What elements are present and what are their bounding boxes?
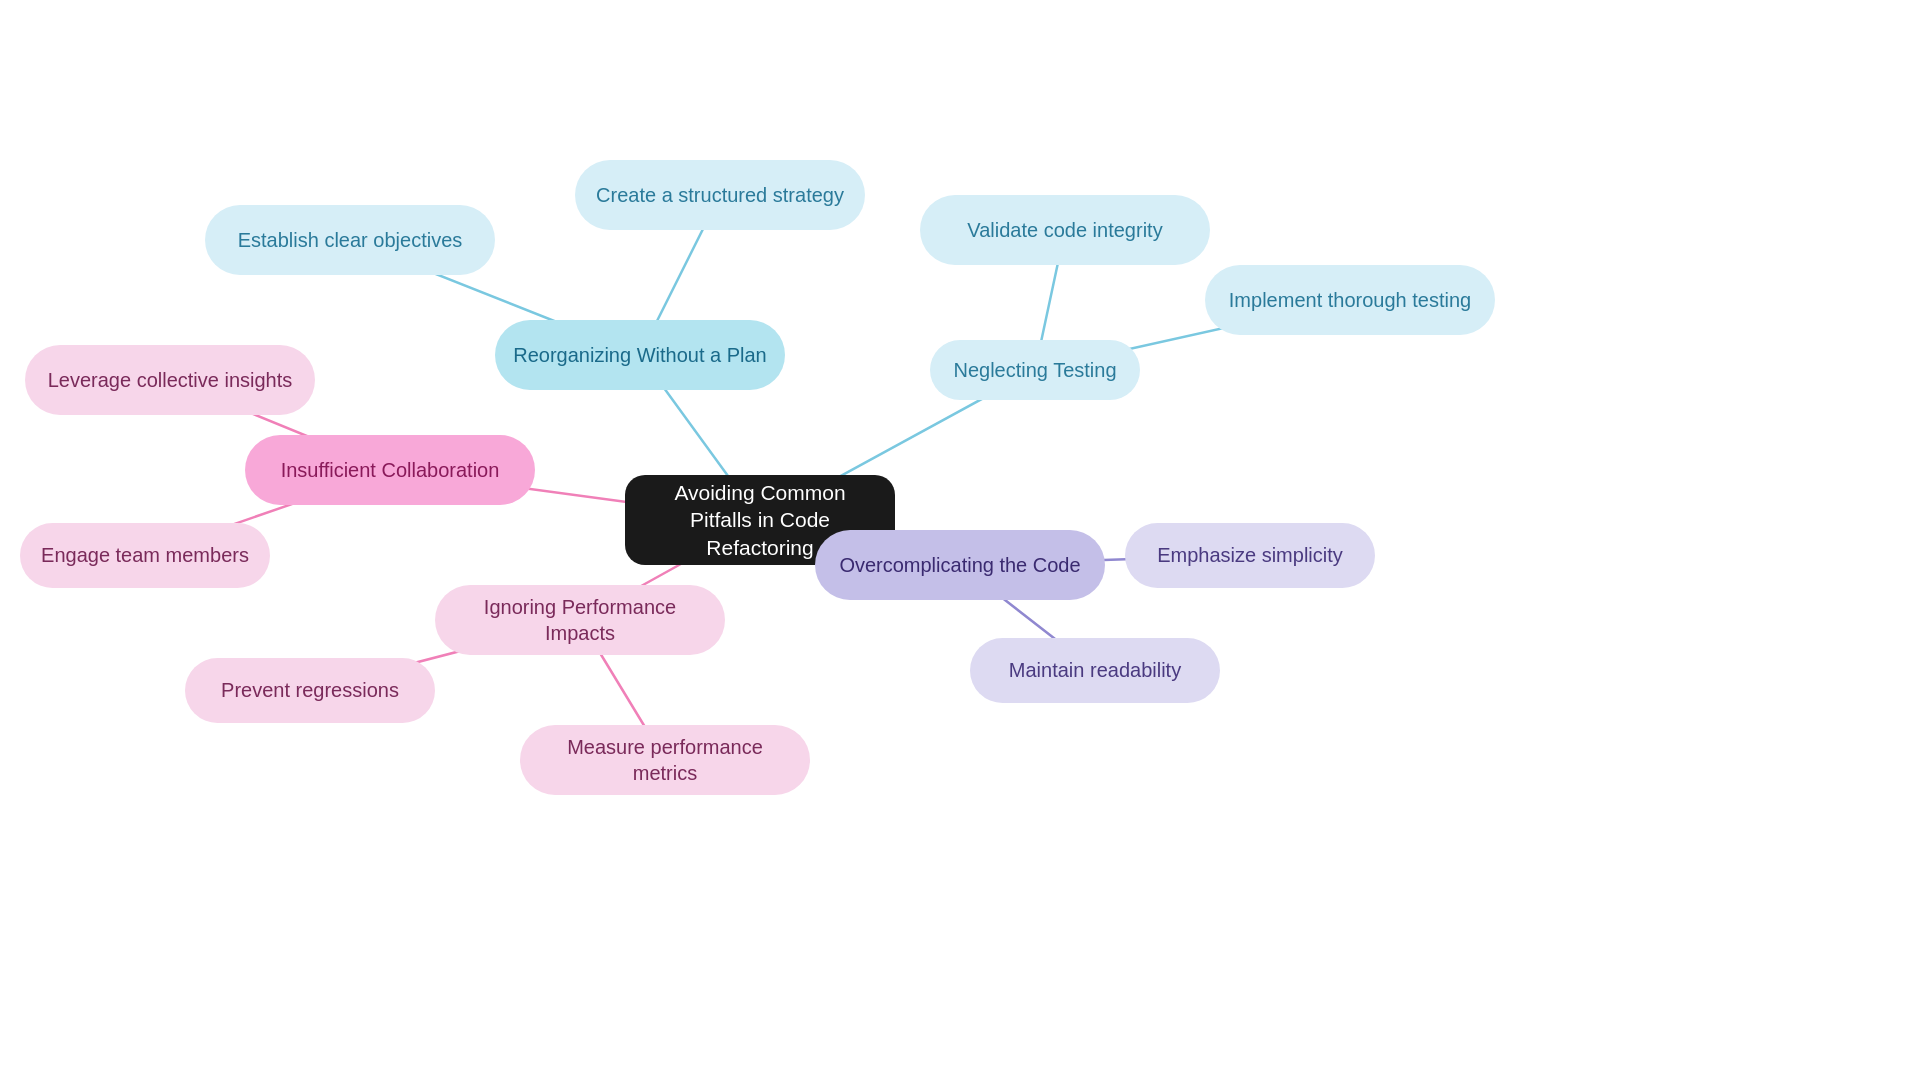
mindmap-canvas: Avoiding Common Pitfalls in Code Refacto… xyxy=(0,0,1920,1083)
node-insufficient-collab: Insufficient Collaboration xyxy=(245,435,535,505)
node-prevent-regressions: Prevent regressions xyxy=(185,658,435,723)
node-engage-team: Engage team members xyxy=(20,523,270,588)
node-validate-integrity: Validate code integrity xyxy=(920,195,1210,265)
node-leverage-insights: Leverage collective insights xyxy=(25,345,315,415)
node-reorganizing: Reorganizing Without a Plan xyxy=(495,320,785,390)
node-overcomplicating: Overcomplicating the Code xyxy=(815,530,1105,600)
node-implement-testing: Implement thorough testing xyxy=(1205,265,1495,335)
node-create-strategy: Create a structured strategy xyxy=(575,160,865,230)
node-maintain-readability: Maintain readability xyxy=(970,638,1220,703)
node-measure-performance: Measure performance metrics xyxy=(520,725,810,795)
node-emphasize-simplicity: Emphasize simplicity xyxy=(1125,523,1375,588)
node-ignoring-performance: Ignoring Performance Impacts xyxy=(435,585,725,655)
node-neglecting-testing: Neglecting Testing xyxy=(930,340,1140,400)
node-establish-objectives: Establish clear objectives xyxy=(205,205,495,275)
